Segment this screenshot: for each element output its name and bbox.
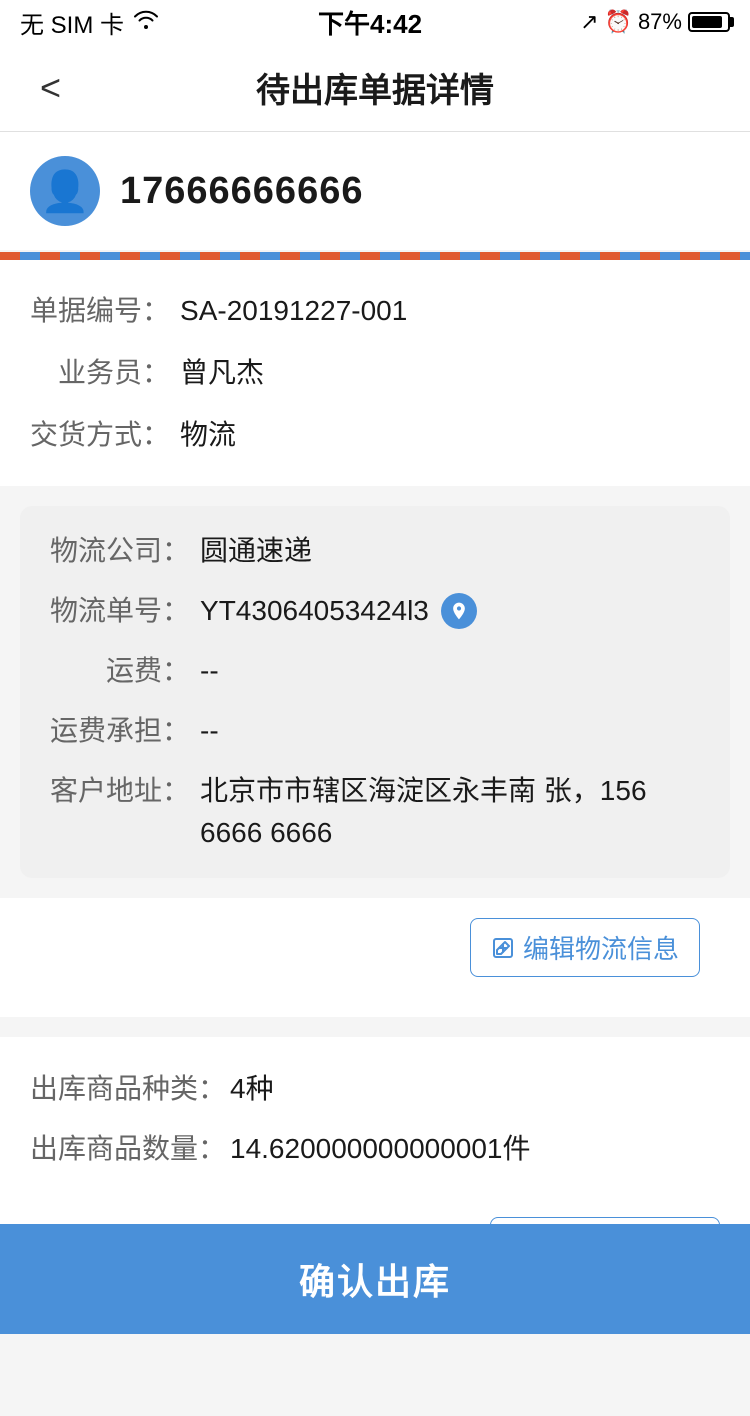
- order-no-label: 单据编号：: [30, 290, 170, 332]
- customer-header: 👤 17666666666: [0, 132, 750, 250]
- delivery-type-value: 物流: [180, 414, 720, 456]
- tracking-no-value: YT43064053424l3: [200, 590, 700, 632]
- logistics-company-value: 圆通速递: [200, 530, 700, 572]
- order-no-row: 单据编号： SA-20191227-001: [30, 290, 720, 332]
- delivery-type-row: 交货方式： 物流: [30, 414, 720, 456]
- customer-phone: 17666666666: [120, 170, 363, 213]
- confirm-button[interactable]: 确认出库: [0, 1224, 750, 1334]
- page-title: 待出库单据详情: [256, 63, 494, 112]
- goods-type-label: 出库商品种类：: [30, 1067, 230, 1107]
- address-row: 客户地址： 北京市市辖区海淀区永丰南 张，156 6666 6666: [50, 770, 700, 854]
- confirm-label: 确认出库: [299, 1253, 451, 1305]
- order-no-value: SA-20191227-001: [180, 290, 720, 332]
- tracking-no-label: 物流单号：: [50, 590, 190, 632]
- tracking-no-row: 物流单号： YT43064053424l3: [50, 590, 700, 632]
- alarm-icon: ⏰: [605, 9, 632, 35]
- goods-section: 出库商品种类： 4种 出库商品数量： 14.620000000000001件: [0, 1037, 750, 1207]
- carrier-text: 无 SIM 卡: [20, 5, 124, 40]
- status-time: 下午4:42: [318, 4, 422, 41]
- status-right: ↗ ⏰ 87%: [580, 9, 730, 35]
- salesperson-label: 业务员：: [30, 352, 170, 394]
- goods-type-value: 4种: [230, 1067, 720, 1107]
- wifi-icon: [132, 8, 160, 36]
- user-icon: 👤: [40, 168, 90, 215]
- logistics-company-label: 物流公司：: [50, 530, 190, 572]
- logistics-card: 物流公司： 圆通速递 物流单号： YT43064053424l3 运费： -- …: [20, 506, 730, 878]
- tracking-location-button[interactable]: [441, 593, 477, 629]
- dashed-divider: [0, 252, 750, 260]
- back-button[interactable]: <: [30, 57, 71, 119]
- edit-btn-wrap: 编辑物流信息: [0, 898, 750, 1017]
- section-separator: [0, 1017, 750, 1037]
- salesperson-value: 曾凡杰: [180, 352, 720, 394]
- freight-label: 运费：: [50, 650, 190, 692]
- battery-percent: 87%: [638, 9, 682, 35]
- avatar: 👤: [30, 156, 100, 226]
- freight-bear-label: 运费承担：: [50, 710, 190, 752]
- goods-qty-label: 出库商品数量：: [30, 1127, 230, 1167]
- freight-value: --: [200, 650, 700, 692]
- freight-row: 运费： --: [50, 650, 700, 692]
- goods-qty-value: 14.620000000000001件: [230, 1127, 720, 1167]
- status-left: 无 SIM 卡: [20, 5, 160, 40]
- battery-icon: [688, 12, 730, 32]
- salesperson-row: 业务员： 曾凡杰: [30, 352, 720, 394]
- freight-bear-row: 运费承担： --: [50, 710, 700, 752]
- address-label: 客户地址：: [50, 770, 190, 812]
- logistics-company-row: 物流公司： 圆通速递: [50, 530, 700, 572]
- status-bar: 无 SIM 卡 下午4:42 ↗ ⏰ 87%: [0, 0, 750, 44]
- goods-type-row: 出库商品种类： 4种: [30, 1067, 720, 1107]
- order-info-section: 单据编号： SA-20191227-001 业务员： 曾凡杰 交货方式： 物流: [0, 260, 750, 486]
- edit-logistics-button[interactable]: 编辑物流信息: [470, 918, 700, 977]
- goods-qty-row: 出库商品数量： 14.620000000000001件: [30, 1127, 720, 1167]
- nav-bar: < 待出库单据详情: [0, 44, 750, 132]
- edit-logistics-label: 编辑物流信息: [523, 929, 679, 966]
- delivery-type-label: 交货方式：: [30, 414, 170, 456]
- address-value: 北京市市辖区海淀区永丰南 张，156 6666 6666: [200, 770, 700, 854]
- location-status-icon: ↗: [580, 9, 598, 35]
- freight-bear-value: --: [200, 710, 700, 752]
